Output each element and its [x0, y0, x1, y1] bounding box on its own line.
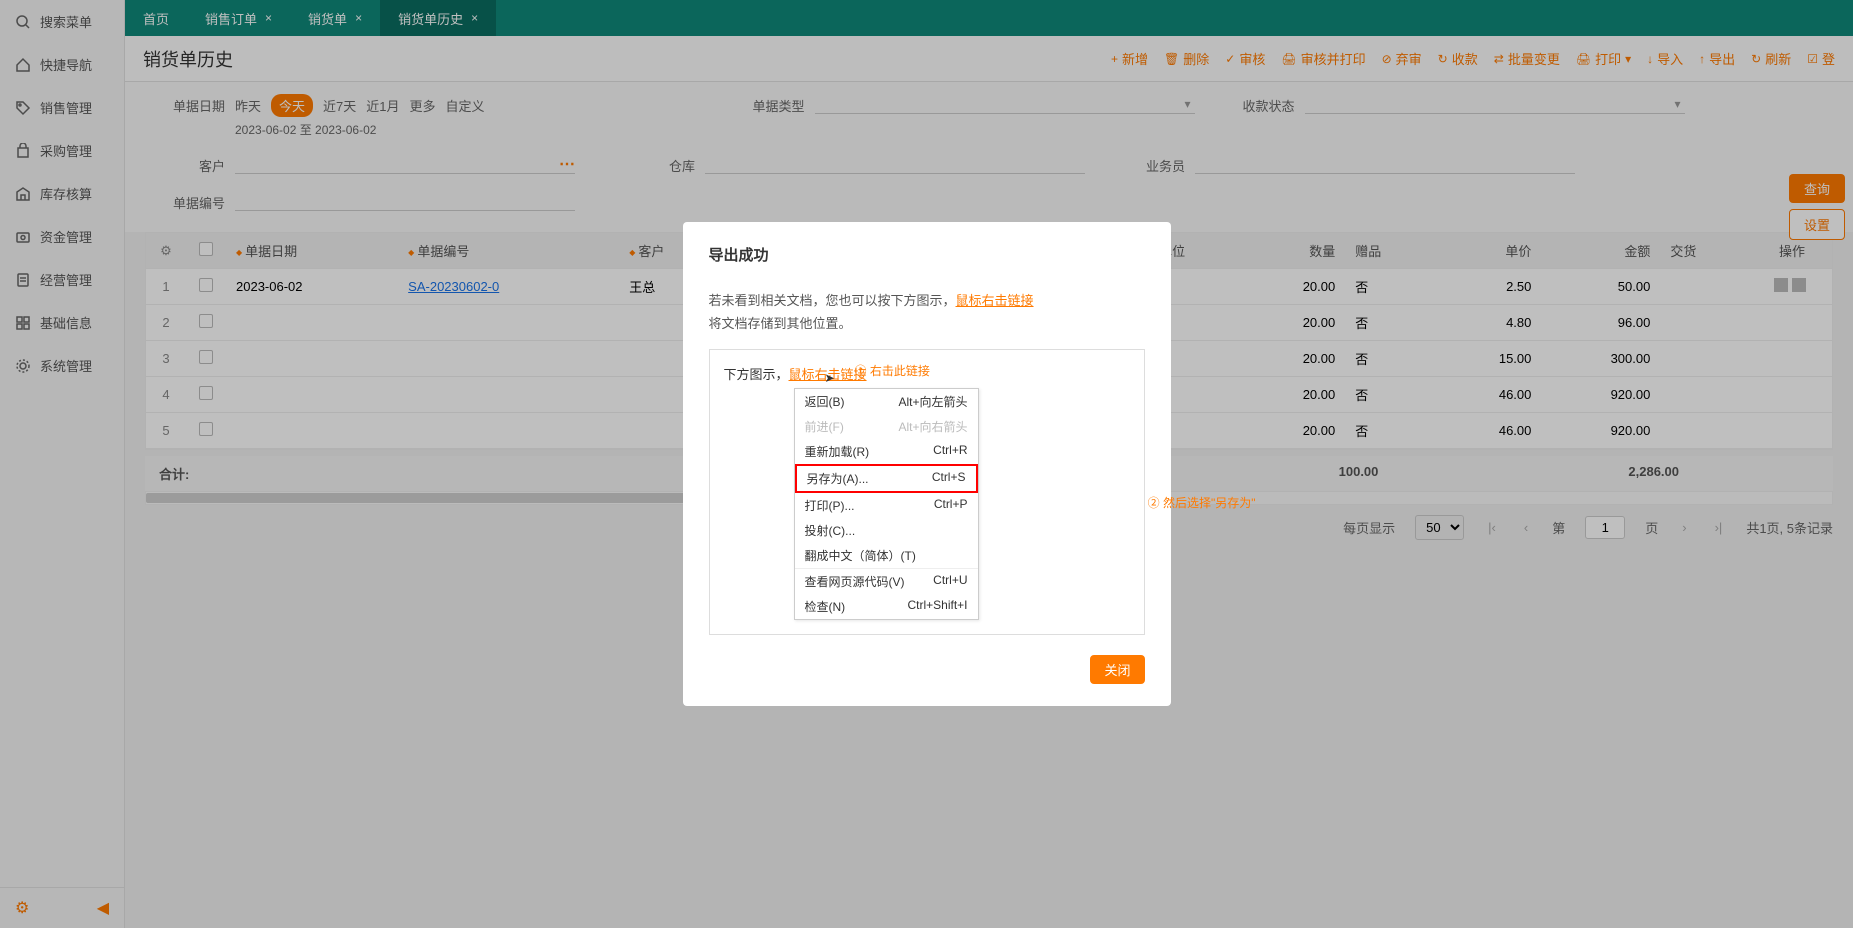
- modal-text: 若未看到相关文档，您也可以按下方图示，鼠标右击链接 将文档存储到其他位置。: [709, 289, 1145, 336]
- context-menu-item: 前进(F)Alt+向右箭头: [795, 414, 978, 439]
- context-menu-item: 投射(C)...: [795, 518, 978, 543]
- cursor-icon: ➤: [825, 371, 835, 385]
- export-success-modal: 导出成功 若未看到相关文档，您也可以按下方图示，鼠标右击链接 将文档存储到其他位…: [683, 222, 1171, 707]
- context-menu-item: 重新加载(R)Ctrl+R: [795, 439, 978, 464]
- annotation-2: ② 然后选择"另存为": [1148, 494, 1256, 511]
- context-menu-item: 查看网页源代码(V)Ctrl+U: [795, 569, 978, 594]
- close-button[interactable]: 关闭: [1090, 655, 1144, 684]
- context-menu-item: 检查(N)Ctrl+Shift+I: [795, 594, 978, 619]
- context-menu-item: 打印(P)...Ctrl+P: [795, 493, 978, 518]
- modal-title: 导出成功: [709, 244, 1145, 265]
- context-menu-item: 翻成中文（简体）(T): [795, 543, 978, 568]
- modal-illustration: 下方图示，鼠标右击链接➤ ① 右击此链接 返回(B)Alt+向左箭头前进(F)A…: [709, 349, 1145, 635]
- rightclick-link[interactable]: 鼠标右击链接: [956, 293, 1034, 308]
- annotation-1: ① 右击此链接: [855, 362, 930, 379]
- modal-overlay: 导出成功 若未看到相关文档，您也可以按下方图示，鼠标右击链接 将文档存储到其他位…: [0, 0, 1853, 928]
- context-menu-item: 返回(B)Alt+向左箭头: [795, 389, 978, 414]
- context-menu-illustration: 返回(B)Alt+向左箭头前进(F)Alt+向右箭头重新加载(R)Ctrl+R另…: [794, 388, 979, 620]
- context-menu-item: 另存为(A)...Ctrl+S: [795, 464, 978, 493]
